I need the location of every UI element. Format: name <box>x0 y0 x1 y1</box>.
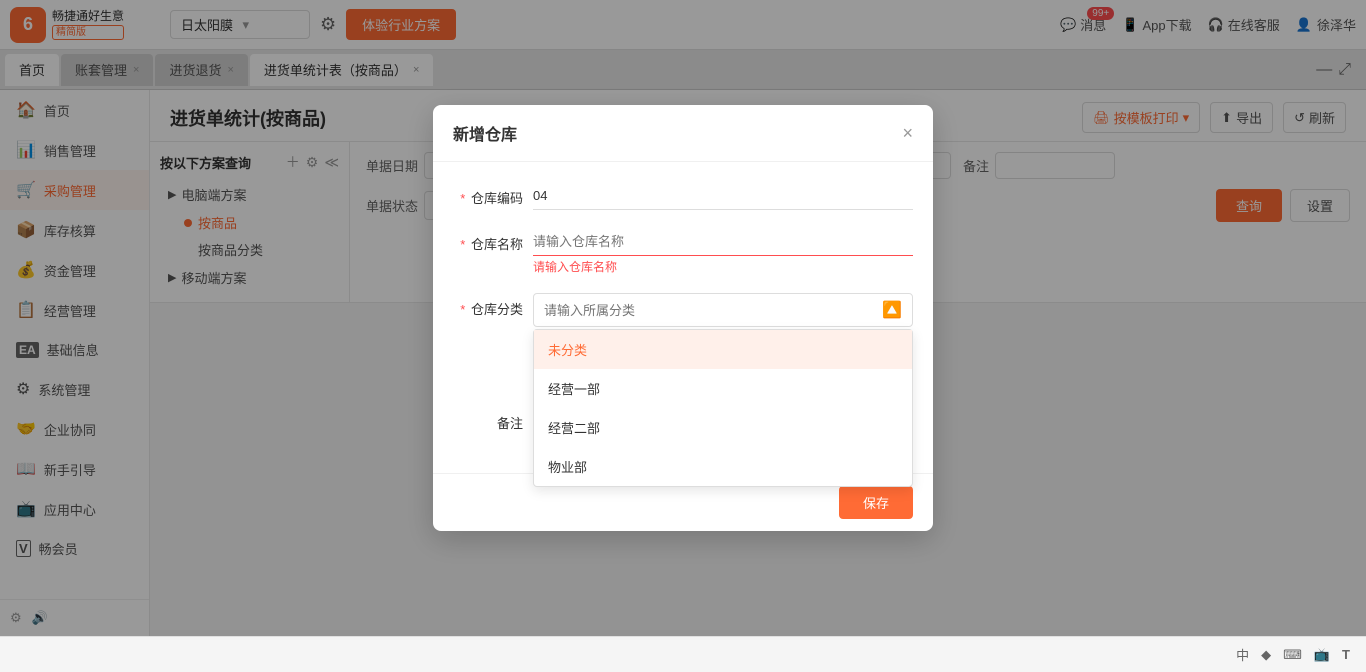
bottom-icons: 中 ◆ ⌨ 📺 T <box>1236 645 1350 664</box>
warehouse-classification-row: * 仓库分类 🔼 未分类 经营一部 经营二部 物业部 <box>453 293 913 327</box>
classification-input[interactable] <box>544 303 882 318</box>
dropdown-item-property[interactable]: 物业部 <box>534 447 912 486</box>
lang-icon[interactable]: 中 <box>1236 645 1249 664</box>
warehouse-code-input[interactable] <box>533 182 913 210</box>
name-error-message: 请输入仓库名称 <box>533 258 913 275</box>
required-mark3: * <box>460 302 465 317</box>
text-icon[interactable]: T <box>1342 647 1350 662</box>
keyboard-icon[interactable]: ⌨ <box>1283 647 1302 663</box>
new-warehouse-modal: 新增仓库 × * 仓库编码 * 仓库名称 <box>433 105 933 531</box>
dropdown-item-unclassified[interactable]: 未分类 <box>534 330 912 369</box>
save-button[interactable]: 保存 <box>839 486 913 519</box>
code-input-wrapper <box>533 182 913 210</box>
classification-dropdown: 未分类 经营一部 经营二部 物业部 <box>533 329 913 487</box>
name-input-wrapper: 请输入仓库名称 <box>533 228 913 275</box>
modal-overlay: 新增仓库 × * 仓库编码 * 仓库名称 <box>0 0 1366 636</box>
dropdown-item-dept1[interactable]: 经营一部 <box>534 369 912 408</box>
warehouse-name-input[interactable] <box>533 228 913 256</box>
modal-header: 新增仓库 × <box>433 105 933 162</box>
required-mark: * <box>460 191 465 206</box>
code-label: * 仓库编码 <box>453 182 533 207</box>
dropdown-item-dept2[interactable]: 经营二部 <box>534 408 912 447</box>
name-label: * 仓库名称 <box>453 228 533 253</box>
classification-field[interactable]: 🔼 <box>533 293 913 327</box>
warehouse-code-row: * 仓库编码 <box>453 182 913 210</box>
classification-label: * 仓库分类 <box>453 293 533 318</box>
monitor-icon[interactable]: 📺 <box>1314 647 1330 663</box>
modal-body: * 仓库编码 * 仓库名称 请输入仓库名称 <box>433 162 933 473</box>
required-mark2: * <box>460 237 465 252</box>
modal-close-button[interactable]: × <box>902 123 913 144</box>
warehouse-name-row: * 仓库名称 请输入仓库名称 <box>453 228 913 275</box>
diamond-icon[interactable]: ◆ <box>1261 647 1271 663</box>
modal-title: 新增仓库 <box>453 121 517 145</box>
dropdown-toggle-icon[interactable]: 🔼 <box>882 300 902 320</box>
bottom-bar: 中 ◆ ⌨ 📺 T <box>0 636 1366 672</box>
remarks-form-label: 备注 <box>453 407 533 432</box>
classification-wrapper: 🔼 未分类 经营一部 经营二部 物业部 <box>533 293 913 327</box>
